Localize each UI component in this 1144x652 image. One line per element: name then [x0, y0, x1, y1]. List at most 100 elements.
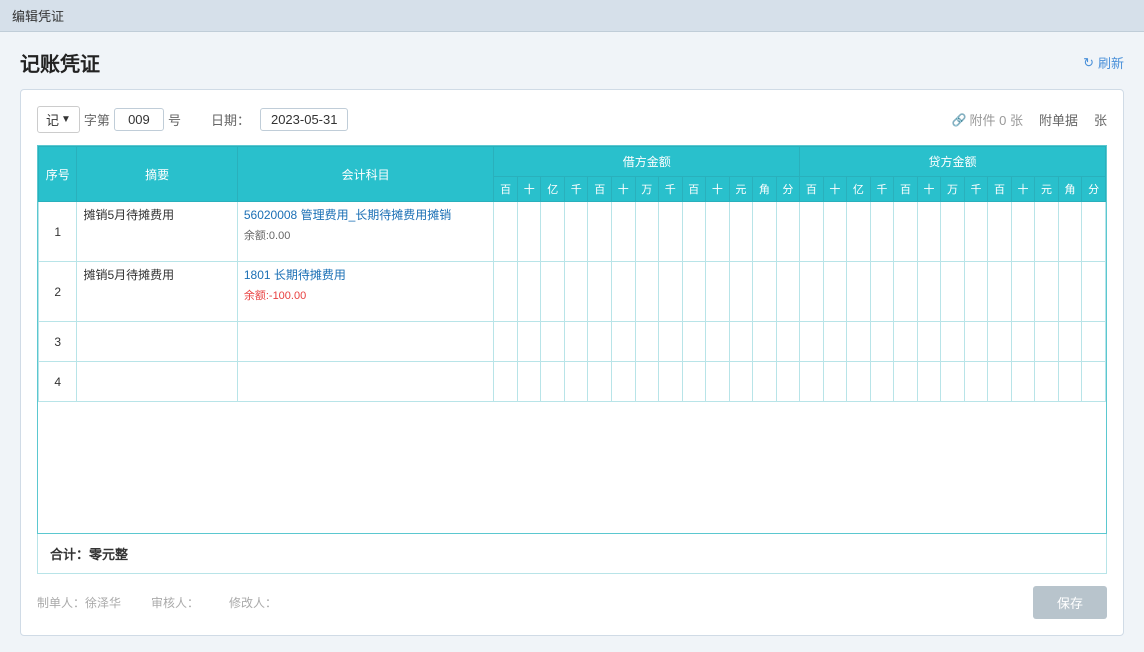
credit-amount-cell[interactable]	[1011, 322, 1035, 362]
debit-amount-cell[interactable]	[659, 362, 683, 402]
table-row[interactable]: 2摊销5月待摊费用1801 长期待摊费用余额:-100.00	[39, 262, 1106, 322]
debit-amount-cell[interactable]	[729, 362, 753, 402]
debit-amount-cell[interactable]	[564, 362, 588, 402]
debit-amount-cell[interactable]	[706, 322, 730, 362]
summary-cell[interactable]: 摊销5月待摊费用	[77, 262, 237, 322]
credit-amount-cell[interactable]	[988, 362, 1012, 402]
save-button[interactable]: 保存	[1033, 586, 1107, 619]
debit-amount-cell[interactable]	[541, 202, 565, 262]
credit-amount-cell[interactable]	[823, 362, 847, 402]
credit-amount-cell[interactable]	[964, 202, 988, 262]
credit-amount-cell[interactable]	[1082, 262, 1106, 322]
credit-amount-cell[interactable]	[894, 362, 918, 402]
debit-amount-cell[interactable]	[659, 322, 683, 362]
credit-amount-cell[interactable]	[1011, 362, 1035, 402]
credit-amount-cell[interactable]	[1058, 362, 1082, 402]
debit-amount-cell[interactable]	[635, 262, 659, 322]
table-row[interactable]: 1摊销5月待摊费用56020008 管理费用_长期待摊费用摊销余额:0.00	[39, 202, 1106, 262]
credit-amount-cell[interactable]	[1035, 202, 1059, 262]
debit-amount-cell[interactable]	[564, 202, 588, 262]
debit-amount-cell[interactable]	[588, 322, 612, 362]
debit-amount-cell[interactable]	[494, 202, 518, 262]
ji-dropdown[interactable]: 记 ▼	[37, 106, 80, 133]
credit-amount-cell[interactable]	[917, 262, 941, 322]
credit-amount-cell[interactable]	[1082, 202, 1106, 262]
debit-amount-cell[interactable]	[682, 262, 706, 322]
credit-amount-cell[interactable]	[964, 322, 988, 362]
credit-amount-cell[interactable]	[988, 202, 1012, 262]
credit-amount-cell[interactable]	[1035, 262, 1059, 322]
debit-amount-cell[interactable]	[541, 322, 565, 362]
credit-amount-cell[interactable]	[894, 262, 918, 322]
debit-amount-cell[interactable]	[776, 202, 800, 262]
debit-amount-cell[interactable]	[729, 262, 753, 322]
credit-amount-cell[interactable]	[988, 322, 1012, 362]
credit-amount-cell[interactable]	[1082, 322, 1106, 362]
debit-amount-cell[interactable]	[776, 262, 800, 322]
debit-amount-cell[interactable]	[706, 362, 730, 402]
credit-amount-cell[interactable]	[870, 322, 894, 362]
credit-amount-cell[interactable]	[894, 202, 918, 262]
credit-amount-cell[interactable]	[870, 362, 894, 402]
debit-amount-cell[interactable]	[753, 202, 777, 262]
credit-amount-cell[interactable]	[941, 322, 965, 362]
debit-amount-cell[interactable]	[635, 362, 659, 402]
account-cell[interactable]	[237, 322, 494, 362]
debit-amount-cell[interactable]	[753, 362, 777, 402]
credit-amount-cell[interactable]	[823, 262, 847, 322]
credit-amount-cell[interactable]	[964, 362, 988, 402]
debit-amount-cell[interactable]	[517, 262, 541, 322]
table-row[interactable]: 4	[39, 362, 1106, 402]
debit-amount-cell[interactable]	[564, 322, 588, 362]
debit-amount-cell[interactable]	[753, 262, 777, 322]
account-cell[interactable]: 1801 长期待摊费用余额:-100.00	[237, 262, 494, 322]
credit-amount-cell[interactable]	[800, 262, 824, 322]
debit-amount-cell[interactable]	[776, 322, 800, 362]
debit-amount-cell[interactable]	[753, 322, 777, 362]
credit-amount-cell[interactable]	[800, 202, 824, 262]
credit-amount-cell[interactable]	[823, 202, 847, 262]
debit-amount-cell[interactable]	[612, 202, 636, 262]
debit-amount-cell[interactable]	[588, 262, 612, 322]
credit-amount-cell[interactable]	[1011, 262, 1035, 322]
summary-cell[interactable]: 摊销5月待摊费用	[77, 202, 237, 262]
credit-amount-cell[interactable]	[941, 202, 965, 262]
debit-amount-cell[interactable]	[517, 322, 541, 362]
credit-amount-cell[interactable]	[1082, 362, 1106, 402]
credit-amount-cell[interactable]	[917, 362, 941, 402]
credit-amount-cell[interactable]	[1058, 202, 1082, 262]
credit-amount-cell[interactable]	[847, 262, 871, 322]
credit-amount-cell[interactable]	[800, 322, 824, 362]
credit-amount-cell[interactable]	[941, 362, 965, 402]
credit-amount-cell[interactable]	[847, 322, 871, 362]
credit-amount-cell[interactable]	[964, 262, 988, 322]
debit-amount-cell[interactable]	[612, 262, 636, 322]
debit-amount-cell[interactable]	[635, 322, 659, 362]
debit-amount-cell[interactable]	[541, 262, 565, 322]
summary-cell[interactable]	[77, 362, 237, 402]
credit-amount-cell[interactable]	[941, 262, 965, 322]
debit-amount-cell[interactable]	[729, 202, 753, 262]
credit-amount-cell[interactable]	[894, 322, 918, 362]
debit-amount-cell[interactable]	[588, 202, 612, 262]
credit-amount-cell[interactable]	[917, 322, 941, 362]
debit-amount-cell[interactable]	[517, 362, 541, 402]
account-cell[interactable]: 56020008 管理费用_长期待摊费用摊销余额:0.00	[237, 202, 494, 262]
credit-amount-cell[interactable]	[870, 262, 894, 322]
credit-amount-cell[interactable]	[847, 202, 871, 262]
debit-amount-cell[interactable]	[635, 202, 659, 262]
summary-cell[interactable]	[77, 322, 237, 362]
credit-amount-cell[interactable]	[1058, 262, 1082, 322]
debit-amount-cell[interactable]	[541, 362, 565, 402]
credit-amount-cell[interactable]	[917, 202, 941, 262]
debit-amount-cell[interactable]	[682, 202, 706, 262]
debit-amount-cell[interactable]	[776, 362, 800, 402]
debit-amount-cell[interactable]	[729, 322, 753, 362]
attachment-link[interactable]: 🔗 附件 0 张	[952, 110, 1023, 129]
debit-amount-cell[interactable]	[682, 362, 706, 402]
credit-amount-cell[interactable]	[1058, 322, 1082, 362]
credit-amount-cell[interactable]	[823, 322, 847, 362]
debit-amount-cell[interactable]	[494, 362, 518, 402]
debit-amount-cell[interactable]	[612, 322, 636, 362]
credit-amount-cell[interactable]	[847, 362, 871, 402]
